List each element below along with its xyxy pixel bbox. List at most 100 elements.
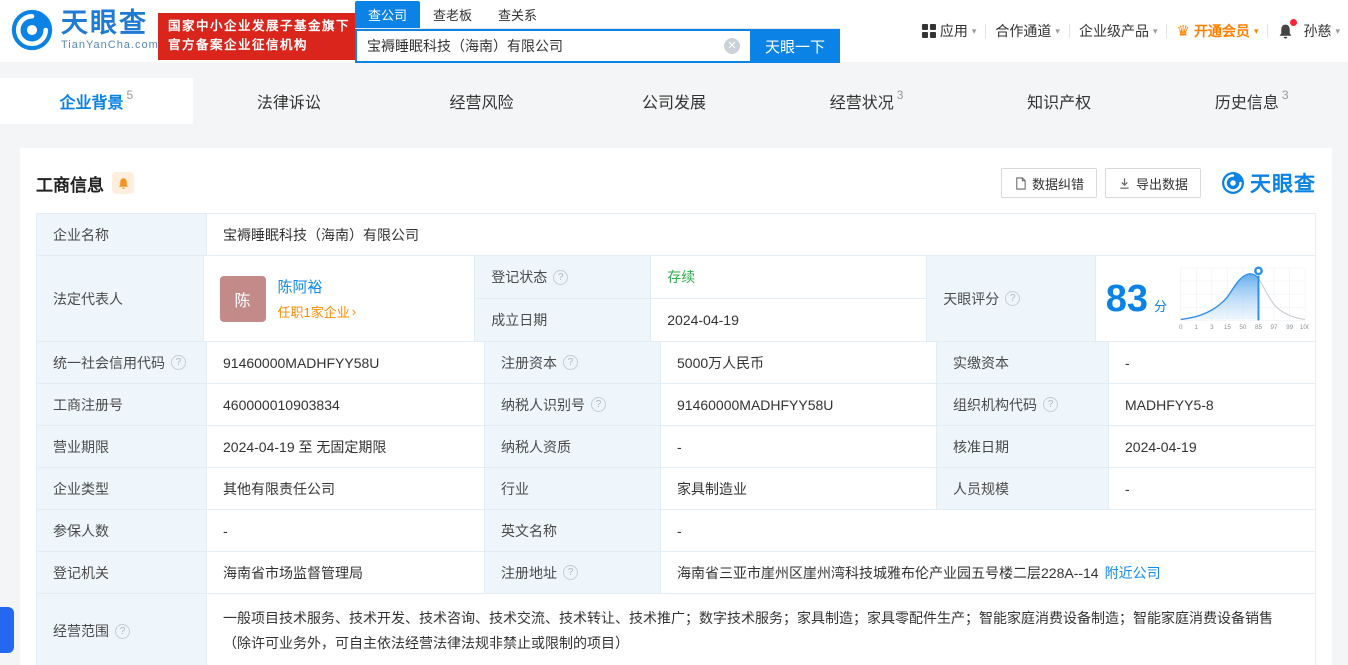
tab-operating-status[interactable]: 经营状况 3 xyxy=(770,78,963,124)
chevron-right-icon: › xyxy=(351,304,357,319)
search-tab-boss[interactable]: 查老板 xyxy=(420,1,485,28)
table-row: 统一社会信用代码 ? 91460000MADHFYY58U 注册资本 ? 500… xyxy=(37,342,1316,384)
section-title: 工商信息 xyxy=(36,175,104,195)
taxpayer-id-label: 纳税人识别号 ? xyxy=(485,384,661,426)
table-row: 企业类型 其他有限责任公司 行业 家具制造业 人员规模 - xyxy=(37,468,1316,510)
table-row: 经营范围 ? 一般项目技术服务、技术开发、技术咨询、技术交流、技术转让、技术推广… xyxy=(37,594,1316,665)
tab-company-development[interactable]: 公司发展 xyxy=(578,78,771,124)
tab-intellectual-property[interactable]: 知识产权 xyxy=(963,78,1156,124)
insured-label: 参保人数 xyxy=(37,510,207,552)
svg-text:50: 50 xyxy=(1239,324,1247,331)
table-row: 登记机关 海南省市场监督管理局 注册地址 ? 海南省三亚市崖州区崖州湾科技城雅布… xyxy=(37,552,1316,594)
reg-number-value: 460000010903834 xyxy=(207,384,485,426)
menu-vip-label: 开通会员 xyxy=(1193,23,1250,39)
tab-operational-risk[interactable]: 经营风险 xyxy=(385,78,578,124)
help-icon[interactable]: ? xyxy=(591,397,606,412)
tab-legal-proceedings[interactable]: 法律诉讼 xyxy=(193,78,386,124)
company-type-value: 其他有限责任公司 xyxy=(207,468,485,510)
svg-text:100: 100 xyxy=(1300,324,1309,331)
reg-status-row: 登记状态 ? 存续 xyxy=(475,256,928,299)
menu-vip-upgrade[interactable]: ♛ 开通会员 ▾ xyxy=(1176,21,1258,41)
menu-partner-channel[interactable]: 合作通道 ▾ xyxy=(995,21,1060,41)
watermark-label: 天眼查 xyxy=(1250,173,1316,196)
download-icon xyxy=(1120,177,1129,189)
reg-authority-value: 海南省市场监督管理局 xyxy=(207,552,485,594)
status-date-column: 登记状态 ? 存续 成立日期 2024-04-19 xyxy=(475,256,928,342)
tab-history-info[interactable]: 历史信息 3 xyxy=(1155,78,1348,124)
org-code-label: 组织机构代码 ? xyxy=(937,384,1109,426)
menu-partner-label: 合作通道 xyxy=(995,23,1052,39)
nav-band: 企业背景 5 法律诉讼 经营风险 公司发展 经营状况 3 知识产权 历史信息 3 xyxy=(0,62,1348,148)
subscribe-bell-icon[interactable] xyxy=(112,172,134,194)
notifications-button[interactable] xyxy=(1277,18,1298,40)
help-icon[interactable]: ? xyxy=(1043,397,1058,412)
logo-subtitle: TianYanCha.com xyxy=(61,38,159,51)
reg-capital-value: 5000万人民币 xyxy=(661,342,937,384)
tianyan-score-value: 83 分 0 1 3 15 50 85 97 99 10 xyxy=(1095,256,1316,342)
document-icon xyxy=(1016,176,1026,190)
tab-label: 知识产权 xyxy=(1027,95,1092,112)
logo-text: 天眼查 TianYanCha.com xyxy=(61,7,159,51)
chevron-down-icon: ▾ xyxy=(971,25,977,36)
tianyancha-watermark: 天眼查 xyxy=(1221,168,1316,198)
tab-company-background[interactable]: 企业背景 5 xyxy=(0,78,193,124)
menu-enterprise-label: 企业级产品 xyxy=(1078,23,1149,39)
table-row: 参保人数 - 英文名称 - xyxy=(37,510,1316,552)
notification-dot xyxy=(1290,18,1298,26)
help-icon[interactable]: ? xyxy=(563,355,578,370)
menu-enterprise-products[interactable]: 企业级产品 ▾ xyxy=(1079,21,1158,41)
search-input[interactable] xyxy=(355,29,750,63)
help-icon[interactable]: ? xyxy=(115,623,130,639)
score-number: 83 xyxy=(1105,277,1148,320)
help-icon[interactable]: ? xyxy=(553,269,569,285)
svg-text:97: 97 xyxy=(1271,324,1279,331)
data-correction-button[interactable]: 数据纠错 xyxy=(1000,168,1097,198)
menu-apps[interactable]: 应用 ▾ xyxy=(921,21,977,41)
export-data-button[interactable]: 导出数据 xyxy=(1104,168,1201,198)
chevron-down-icon: ▾ xyxy=(1055,25,1060,36)
chevron-down-icon: ▾ xyxy=(1335,25,1340,36)
content-card: 工商信息 数据纠错 导出数据 天眼查 企业名称 宝褥睡眠科技（海南）有限公司 法… xyxy=(20,148,1332,665)
search-row: ✕ 天眼一下 xyxy=(355,29,840,63)
certification-badge-line1: 国家中小企业发展子基金旗下 xyxy=(168,19,351,33)
chevron-down-icon: ▾ xyxy=(1152,25,1158,36)
staff-size-label: 人员规模 xyxy=(937,468,1109,510)
certification-badge: 国家中小企业发展子基金旗下 官方备案企业征信机构 xyxy=(158,13,361,60)
logo-title: 天眼查 xyxy=(61,7,148,38)
est-date-label: 成立日期 xyxy=(475,299,652,342)
reg-capital-label: 注册资本 ? xyxy=(485,342,661,384)
legal-rep-label: 法定代表人 xyxy=(37,256,204,342)
menu-user-account[interactable]: 孙慈 ▾ xyxy=(1303,21,1340,41)
legal-rep-companies-link[interactable]: 任职1家企业 › xyxy=(278,302,357,321)
export-data-label: 导出数据 xyxy=(1135,176,1188,192)
reg-address-value: 海南省三亚市崖州区崖州湾科技城雅布伦产业园五号楼二层228A--14 附近公司 xyxy=(661,552,1316,594)
company-name-label: 企业名称 xyxy=(37,214,207,256)
tianyan-score-label: 天眼评分 ? xyxy=(927,256,1096,342)
menu-separator xyxy=(1166,24,1168,38)
search-tabs: 查公司 查老板 查关系 xyxy=(355,1,840,29)
help-icon[interactable]: ? xyxy=(563,565,578,580)
score-distribution-chart: 0 1 3 15 50 85 97 99 100 xyxy=(1179,265,1309,331)
avatar[interactable]: 陈 xyxy=(219,275,266,322)
table-row: 工商注册号 460000010903834 纳税人识别号 ? 91460000M… xyxy=(37,384,1316,426)
score-unit: 分 xyxy=(1153,299,1167,314)
search-tab-company[interactable]: 查公司 xyxy=(355,1,421,28)
table-row: 营业期限 2024-04-19 至 无固定期限 纳税人资质 - 核准日期 202… xyxy=(37,426,1316,468)
tab-label: 经营风险 xyxy=(449,95,514,112)
floating-panel-handle[interactable] xyxy=(0,607,14,653)
business-info-table: 企业名称 宝褥睡眠科技（海南）有限公司 法定代表人 陈 陈阿裕 任职1家企业 › xyxy=(36,213,1316,665)
help-icon[interactable]: ? xyxy=(171,355,186,370)
menu-apps-label: 应用 xyxy=(939,23,968,39)
legal-rep-name-link[interactable]: 陈阿裕 xyxy=(278,276,357,297)
bell-icon xyxy=(118,177,128,189)
search-button[interactable]: 天眼一下 xyxy=(750,29,840,63)
search-tab-relation[interactable]: 查关系 xyxy=(485,1,550,28)
staff-size-value: - xyxy=(1109,468,1316,510)
help-icon[interactable]: ? xyxy=(1005,291,1021,306)
search-input-wrap: ✕ xyxy=(355,29,750,63)
nearby-companies-link[interactable]: 附近公司 xyxy=(1105,563,1161,583)
clear-icon[interactable]: ✕ xyxy=(724,38,740,54)
tab-count: 3 xyxy=(1281,88,1289,102)
tianyancha-logo[interactable]: 天眼查 TianYanCha.com xyxy=(10,8,159,52)
est-date-row: 成立日期 2024-04-19 xyxy=(475,299,928,342)
